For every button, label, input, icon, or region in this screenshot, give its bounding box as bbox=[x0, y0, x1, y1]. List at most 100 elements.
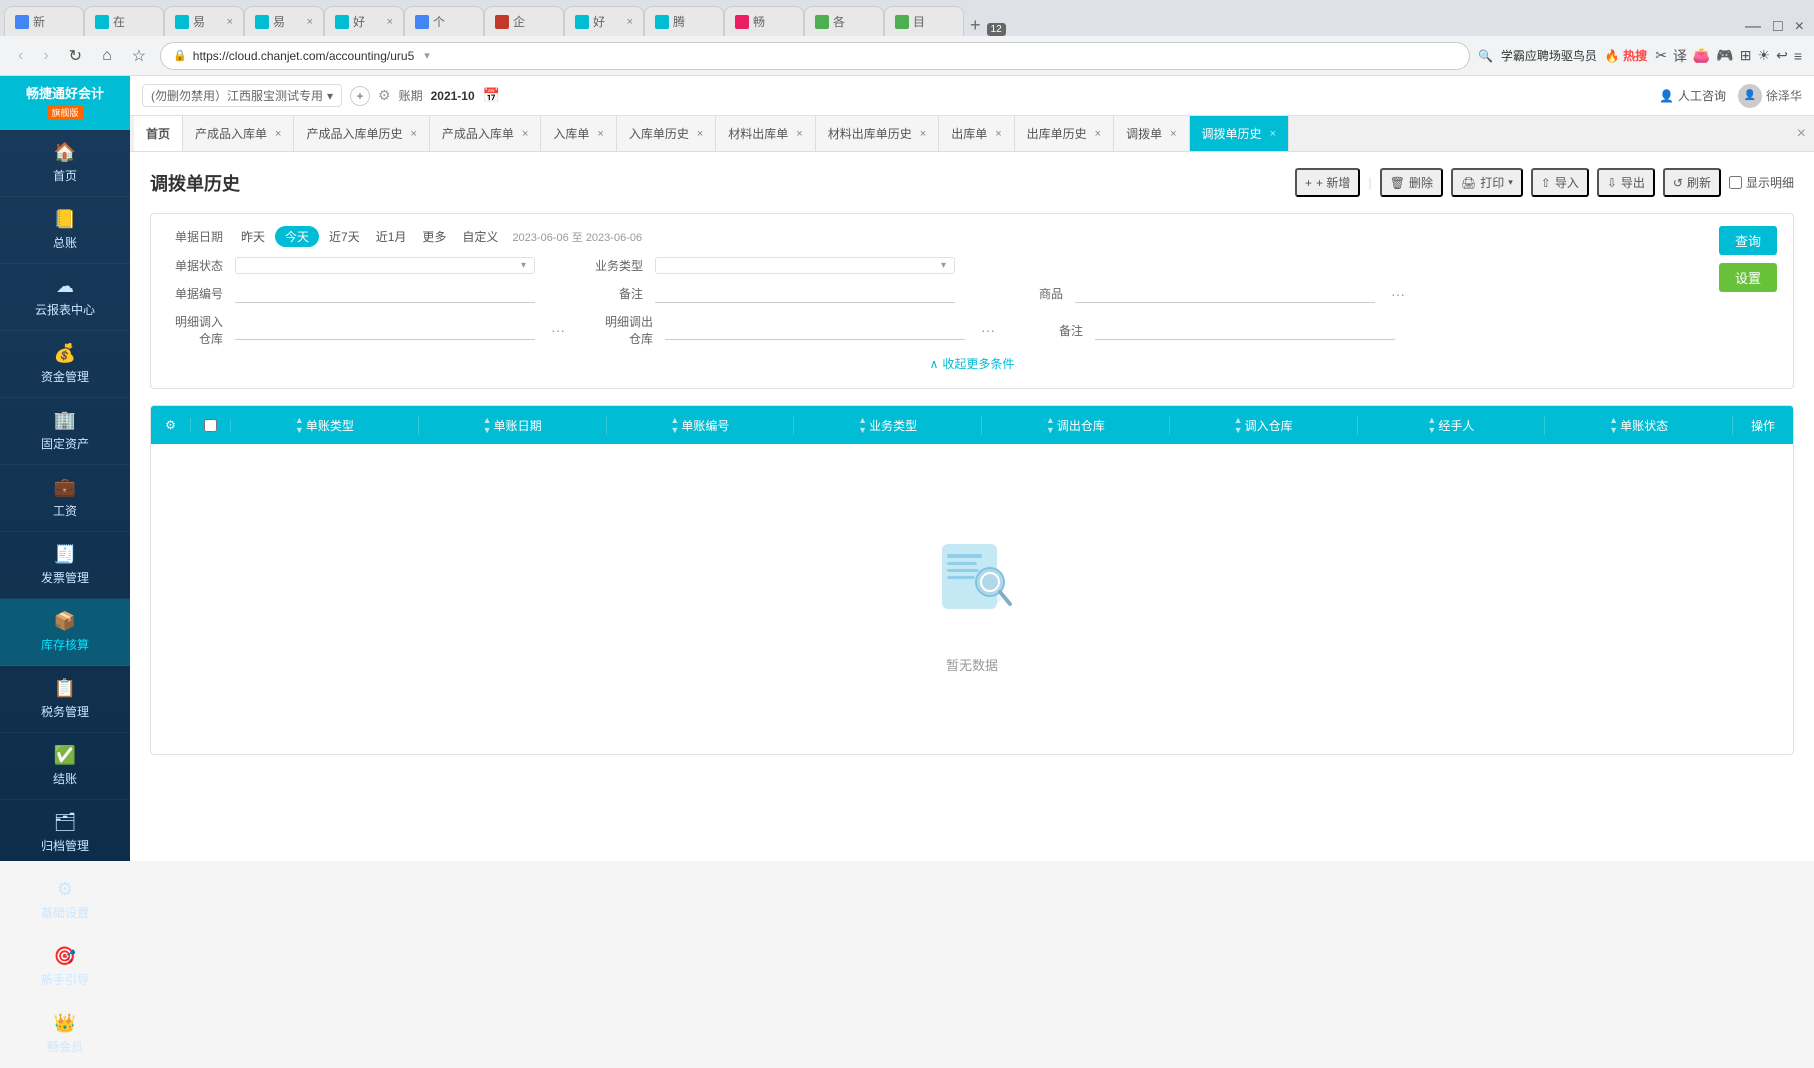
delete-button[interactable]: 🗑 删除 bbox=[1380, 168, 1443, 197]
browser-tab-7[interactable]: 好 × bbox=[564, 6, 644, 36]
display-toggle[interactable]: 显示明细 bbox=[1729, 174, 1794, 191]
date-btn-today[interactable]: 今天 bbox=[275, 226, 319, 247]
browser-tab-3[interactable]: 易 × bbox=[244, 6, 324, 36]
browser-tab-6[interactable]: 企 bbox=[484, 6, 564, 36]
date-btn-custom[interactable]: 自定义 bbox=[456, 226, 504, 247]
page-tab-out-hist[interactable]: 出库单历史 × bbox=[1015, 116, 1114, 152]
scissors-icon[interactable]: ✂ bbox=[1655, 47, 1667, 64]
sidebar-item-home[interactable]: 🏠 首页 bbox=[0, 130, 130, 197]
page-tab-in[interactable]: 入库单 × bbox=[541, 116, 616, 152]
sidebar-item-funds[interactable]: 💰 资金管理 bbox=[0, 331, 130, 398]
th-doc-status[interactable]: ▲▼ 单账状态 bbox=[1545, 416, 1733, 435]
status-dropdown[interactable]: ▾ bbox=[235, 257, 535, 274]
consultant-button[interactable]: 👤 人工咨询 bbox=[1659, 87, 1726, 104]
sidebar-item-archive[interactable]: 🗂 归档管理 bbox=[0, 800, 130, 867]
refresh-browser-button[interactable]: ↻ bbox=[63, 42, 88, 70]
th-doc-date[interactable]: ▲▼ 单账日期 bbox=[419, 416, 607, 435]
page-tab-transfer-close[interactable]: × bbox=[1170, 128, 1176, 140]
add-company-button[interactable]: + bbox=[350, 86, 370, 106]
bookmark-button[interactable]: ☆ bbox=[126, 42, 152, 70]
th-doc-no[interactable]: ▲▼ 单账编号 bbox=[607, 416, 795, 435]
detail-in-input[interactable] bbox=[235, 321, 535, 340]
page-tab-transfer[interactable]: 调拨单 × bbox=[1114, 116, 1189, 152]
back-button[interactable]: ‹ bbox=[12, 43, 29, 69]
page-tab-transfer-hist[interactable]: 调拨单历史 × bbox=[1190, 116, 1289, 152]
browser-tab-0[interactable]: 新 bbox=[4, 6, 84, 36]
page-tab-finished-in2-close[interactable]: × bbox=[522, 128, 528, 140]
company-settings-icon[interactable]: ⚙ bbox=[378, 87, 391, 104]
th-in-warehouse[interactable]: ▲▼ 调入仓库 bbox=[1170, 416, 1358, 435]
page-tab-mat-out-hist-close[interactable]: × bbox=[920, 128, 926, 140]
minimize-button[interactable]: — bbox=[1739, 18, 1767, 36]
browser-tab-5[interactable]: 个 bbox=[404, 6, 484, 36]
page-tab-finished-in2[interactable]: 产成品入库单 × bbox=[430, 116, 541, 152]
menu-icon[interactable]: ≡ bbox=[1794, 48, 1802, 64]
print-button[interactable]: 🖨 打印 ▾ bbox=[1451, 168, 1523, 197]
game-icon[interactable]: 🎮 bbox=[1716, 47, 1733, 64]
calendar-icon[interactable]: 📅 bbox=[483, 87, 500, 104]
collapse-button[interactable]: ∧ 收起更多条件 bbox=[167, 351, 1777, 376]
sidebar-item-settings[interactable]: ⚙ 基础设置 bbox=[0, 867, 130, 934]
sidebar-item-guide[interactable]: 🎯 新手引导 bbox=[0, 934, 130, 1001]
page-tab-in-hist-close[interactable]: × bbox=[697, 128, 703, 140]
date-btn-1month[interactable]: 近1月 bbox=[370, 226, 413, 247]
sidebar-item-tax[interactable]: 📋 税务管理 bbox=[0, 666, 130, 733]
sidebar-item-vip[interactable]: 👑 畅会员 bbox=[0, 1001, 130, 1068]
th-doc-type[interactable]: ▲▼ 单账类型 bbox=[231, 416, 419, 435]
wallet-icon[interactable]: 👛 bbox=[1693, 47, 1710, 64]
remark2-input[interactable] bbox=[1095, 321, 1395, 340]
page-tab-finished-in-close[interactable]: × bbox=[275, 128, 281, 140]
display-checkbox[interactable] bbox=[1729, 176, 1742, 189]
detail-in-dots[interactable]: ··· bbox=[551, 322, 565, 338]
browser-tab-8[interactable]: 腾 bbox=[644, 6, 724, 36]
th-handler[interactable]: ▲▼ 经手人 bbox=[1358, 416, 1546, 435]
company-selector[interactable]: (勿删勿禁用）江西服宝测试专用 ▾ bbox=[142, 84, 342, 107]
date-btn-7days[interactable]: 近7天 bbox=[323, 226, 366, 247]
th-checkbox[interactable] bbox=[191, 419, 231, 432]
browser-tab-10[interactable]: 各 bbox=[804, 6, 884, 36]
sidebar-item-closeout[interactable]: ✅ 结账 bbox=[0, 733, 130, 800]
tab-close-7[interactable]: × bbox=[627, 16, 633, 28]
page-tab-finished-in-hist[interactable]: 产成品入库单历史 × bbox=[294, 116, 429, 152]
docno-input[interactable] bbox=[235, 284, 535, 303]
th-out-warehouse[interactable]: ▲▼ 调出仓库 bbox=[982, 416, 1170, 435]
goods-input[interactable] bbox=[1075, 284, 1375, 303]
page-tab-out-hist-close[interactable]: × bbox=[1095, 128, 1101, 140]
sidebar-item-fixed-assets[interactable]: 🏢 固定资产 bbox=[0, 398, 130, 465]
page-tab-mat-out[interactable]: 材料出库单 × bbox=[716, 116, 815, 152]
close-browser-button[interactable]: × bbox=[1789, 18, 1810, 36]
translate-icon[interactable]: 译 bbox=[1673, 46, 1687, 66]
new-tab-button[interactable]: + bbox=[964, 15, 987, 36]
address-bar[interactable]: 🔒 https://cloud.chanjet.com/accounting/u… bbox=[160, 42, 1470, 70]
browser-tab-11[interactable]: 目 bbox=[884, 6, 964, 36]
page-tab-in-close[interactable]: × bbox=[597, 128, 603, 140]
detail-out-dots[interactable]: ··· bbox=[981, 322, 995, 338]
page-tab-home[interactable]: 首页 bbox=[134, 116, 183, 152]
maximize-button[interactable]: □ bbox=[1767, 18, 1789, 36]
sidebar-item-ledger[interactable]: 📒 总账 bbox=[0, 197, 130, 264]
date-btn-yesterday[interactable]: 昨天 bbox=[235, 226, 271, 247]
browser-tab-9[interactable]: 畅 bbox=[724, 6, 804, 36]
page-tab-transfer-hist-close[interactable]: × bbox=[1270, 128, 1276, 140]
sidebar-item-wages[interactable]: 💼 工资 bbox=[0, 465, 130, 532]
search-button[interactable]: 查询 bbox=[1719, 226, 1777, 255]
grid-icon[interactable]: ⊞ bbox=[1740, 47, 1752, 64]
home-button[interactable]: ⌂ bbox=[96, 43, 118, 69]
detail-out-input[interactable] bbox=[665, 321, 965, 340]
goods-dots[interactable]: ··· bbox=[1391, 286, 1405, 302]
tab-close-2[interactable]: × bbox=[227, 16, 233, 28]
select-all-checkbox[interactable] bbox=[204, 419, 217, 432]
page-tab-finished-in[interactable]: 产成品入库单 × bbox=[183, 116, 294, 152]
sidebar-item-inventory[interactable]: 📦 库存核算 bbox=[0, 599, 130, 666]
page-tabs-close-all[interactable]: × bbox=[1789, 125, 1814, 143]
th-biz-type[interactable]: ▲▼ 业务类型 bbox=[794, 416, 982, 435]
browser-tab-1[interactable]: 在 bbox=[84, 6, 164, 36]
export-button[interactable]: ⇩ 导出 bbox=[1597, 168, 1655, 197]
forward-button[interactable]: › bbox=[37, 43, 54, 69]
new-button[interactable]: + + 新增 bbox=[1295, 168, 1360, 197]
tab-close-3[interactable]: × bbox=[307, 16, 313, 28]
browser-tab-4[interactable]: 好 × bbox=[324, 6, 404, 36]
page-tab-finished-in-hist-close[interactable]: × bbox=[410, 128, 416, 140]
refresh-button[interactable]: ↺ 刷新 bbox=[1663, 168, 1721, 197]
user-info[interactable]: 👤 徐泽华 bbox=[1738, 84, 1802, 108]
